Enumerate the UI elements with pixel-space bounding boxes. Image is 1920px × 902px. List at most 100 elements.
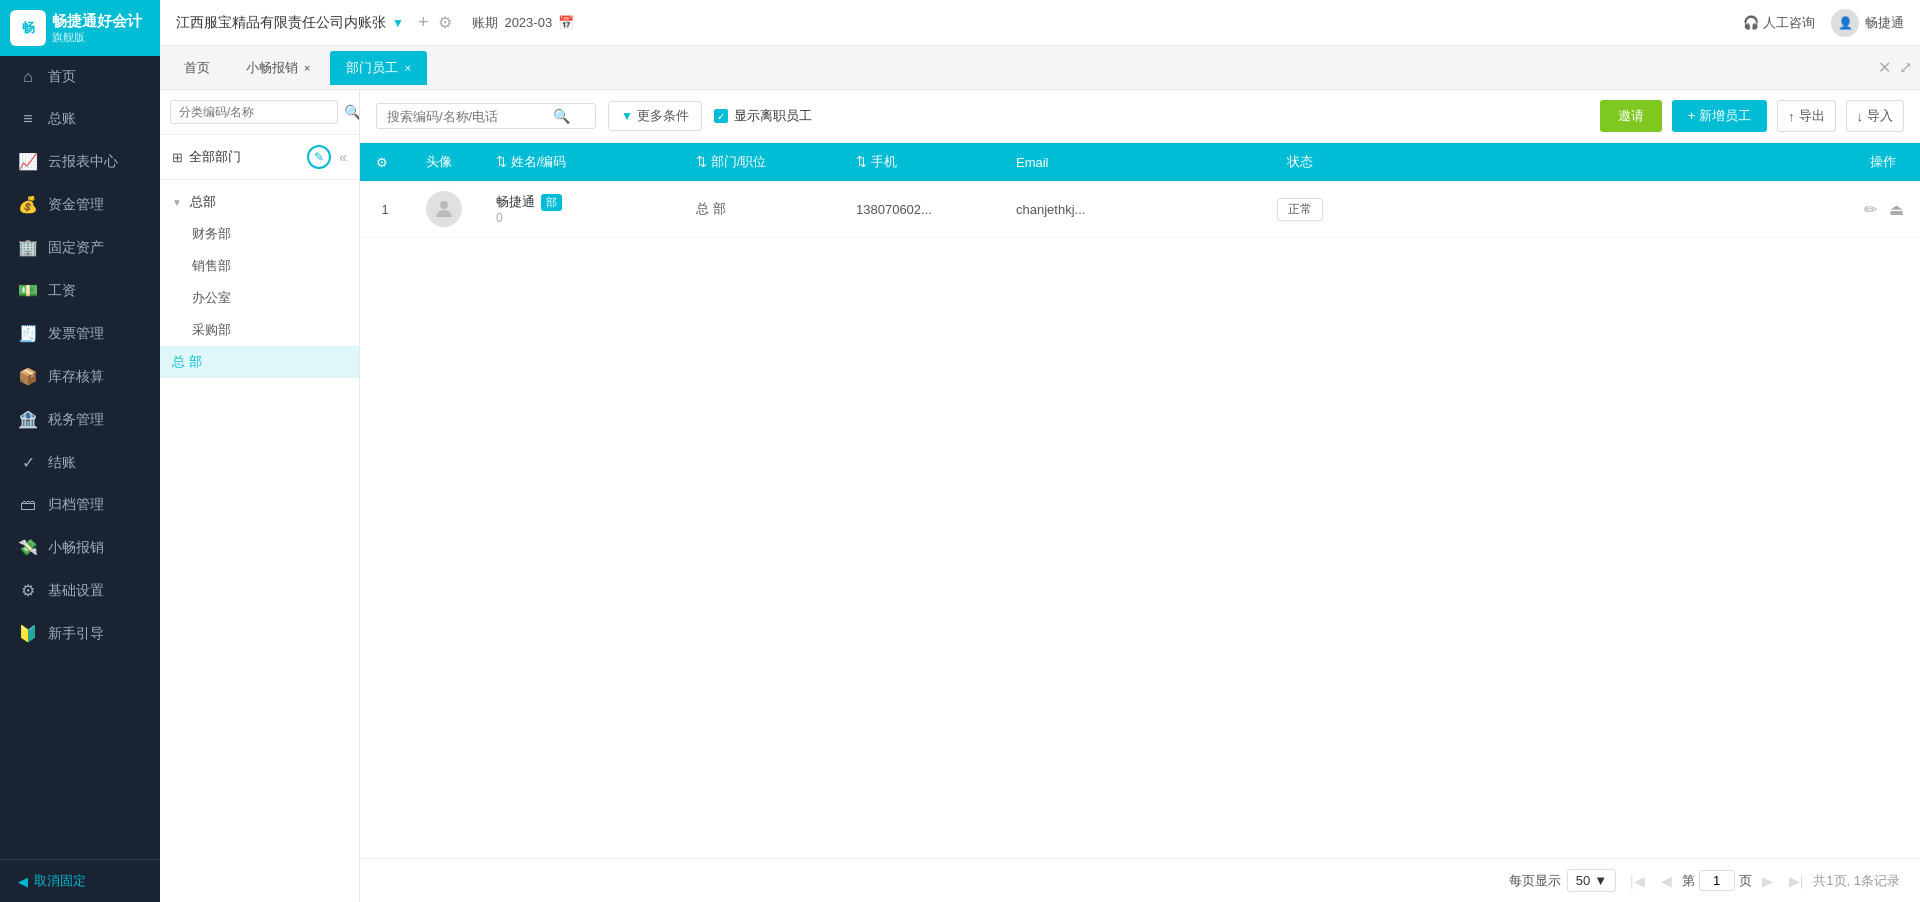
expand-triangle-icon: ▼ (172, 197, 182, 208)
sidebar-item-settings[interactable]: ⚙ 基础设置 (0, 569, 160, 612)
dept-item-finance[interactable]: 财务部 (160, 218, 359, 250)
dept-edit-button[interactable]: ✎ (307, 145, 331, 169)
dept-item-office[interactable]: 办公室 (160, 282, 359, 314)
next-page-button[interactable]: ▶ (1756, 871, 1779, 891)
headset-icon: 🎧 (1743, 15, 1759, 30)
col-name[interactable]: ⇅ 姓名/编码 (480, 143, 680, 181)
dept-search-icon[interactable]: 🔍 (344, 104, 360, 120)
user-name: 畅捷通 (1865, 14, 1904, 32)
dept-search-input[interactable] (170, 100, 338, 124)
tab-home[interactable]: 首页 (168, 51, 226, 85)
edit-employee-button[interactable]: ✏ (1864, 200, 1877, 219)
logo-title: 畅捷通好会计 (52, 12, 142, 30)
user-menu[interactable]: 👤 畅捷通 (1831, 9, 1904, 37)
filter-icon: ▼ (621, 109, 633, 123)
prev-page-button[interactable]: ◀ (1655, 871, 1678, 891)
employee-panel: 🔍 ▼ 更多条件 ✓ 显示离职员工 邀请 + 新增员工 ↑ 导出 (360, 90, 1920, 902)
dept-item-sales[interactable]: 销售部 (160, 250, 359, 282)
employee-table: ⚙ 头像 ⇅ 姓名/编码 ⇅ 部门/职位 (360, 143, 1920, 858)
import-button[interactable]: ↓ 导入 (1846, 100, 1905, 132)
page-input[interactable] (1699, 870, 1735, 891)
period-selector[interactable]: 账期 2023-03 📅 (472, 14, 574, 32)
col-dept[interactable]: ⇅ 部门/职位 (680, 143, 840, 181)
col-settings[interactable]: ⚙ (360, 143, 410, 181)
archive-icon: 🗃 (18, 496, 38, 514)
dept-tree: ▼ 总部 财务部 销售部 办公室 采购部 总 部 (160, 180, 359, 902)
col-actions: 操作 (1400, 143, 1920, 181)
period-label: 账期 (472, 14, 498, 32)
export-icon: ↑ (1788, 109, 1795, 124)
first-page-button[interactable]: |◀ (1624, 871, 1651, 891)
collapse-icon[interactable]: « (339, 149, 347, 165)
all-depts-label: ⊞ 全部部门 (172, 148, 241, 166)
tab-dept-close[interactable]: × (404, 62, 410, 74)
last-page-button[interactable]: ▶| (1783, 871, 1810, 891)
gear-icon[interactable]: ⚙ (438, 13, 452, 32)
sidebar-item-inventory[interactable]: 📦 库存核算 (0, 355, 160, 398)
tab-dept-staff[interactable]: 部门员工 × (330, 51, 426, 85)
show-resigned-toggle[interactable]: ✓ 显示离职员工 (714, 107, 812, 125)
sidebar-item-expense[interactable]: 💸 小畅报销 (0, 526, 160, 569)
employee-name: 畅捷通 (496, 193, 535, 211)
tab-expense-close[interactable]: × (304, 62, 310, 74)
company-selector[interactable]: 江西服宝精品有限责任公司内账张 ▼ (176, 14, 404, 32)
dept-item-purchase[interactable]: 采购部 (160, 314, 359, 346)
tab-expense[interactable]: 小畅报销 × (230, 51, 326, 85)
sidebar-item-archive[interactable]: 🗃 归档管理 (0, 484, 160, 526)
sidebar-item-checkout[interactable]: ✓ 结账 (0, 441, 160, 484)
pagination: 每页显示 50 ▼ |◀ ◀ 第 页 ▶ ▶| 共1页, 1条记录 (360, 858, 1920, 902)
sidebar-logo: 畅 畅捷通好会计 旗舰版 (0, 0, 160, 56)
employee-search-input[interactable] (387, 109, 547, 124)
more-filters-button[interactable]: ▼ 更多条件 (608, 101, 702, 131)
sidebar-item-home[interactable]: ⌂ 首页 (0, 56, 160, 98)
sidebar-item-guide[interactable]: 🔰 新手引导 (0, 612, 160, 655)
sidebar-item-tax[interactable]: 🏦 税务管理 (0, 398, 160, 441)
expense-icon: 💸 (18, 538, 38, 557)
col-phone[interactable]: ⇅ 手机 (840, 143, 1000, 181)
sidebar-item-ledger[interactable]: ≡ 总账 (0, 98, 160, 140)
employee-search-bar: 🔍 (376, 103, 596, 129)
employee-search-icon[interactable]: 🔍 (553, 108, 570, 124)
invite-button[interactable]: 邀请 (1600, 100, 1662, 132)
close-tab-button[interactable]: ✕ (1878, 58, 1891, 77)
row-email-cell: chanjethkj... (1000, 181, 1200, 238)
sidebar-item-funds[interactable]: 💰 资金管理 (0, 183, 160, 226)
export-button[interactable]: ↑ 导出 (1777, 100, 1836, 132)
add-employee-button[interactable]: + 新增员工 (1672, 100, 1767, 132)
logo-icon: 畅 (10, 10, 46, 46)
checkout-icon: ✓ (18, 453, 38, 472)
row-phone-cell: 138070602... (840, 181, 1000, 238)
main-area: 江西服宝精品有限责任公司内账张 ▼ + ⚙ 账期 2023-03 📅 🎧 人工咨… (160, 0, 1920, 902)
logo-subtitle: 旗舰版 (52, 30, 142, 45)
page-navigation: |◀ ◀ 第 页 ▶ ▶| 共1页, 1条记录 (1624, 870, 1900, 891)
service-button[interactable]: 🎧 人工咨询 (1743, 14, 1815, 32)
maximize-button[interactable]: ⤢ (1899, 58, 1912, 77)
per-page-dropdown[interactable]: 50 ▼ (1567, 869, 1616, 892)
row-index: 1 (360, 181, 410, 238)
reports-icon: 📈 (18, 152, 38, 171)
guide-icon: 🔰 (18, 624, 38, 643)
employee-actions: 邀请 + 新增员工 ↑ 导出 ↓ 导入 (1600, 100, 1904, 132)
employee-code: 0 (496, 211, 664, 225)
sidebar-item-reports[interactable]: 📈 云报表中心 (0, 140, 160, 183)
employee-avatar (426, 191, 462, 227)
row-status-cell: 正常 (1200, 181, 1400, 238)
sidebar-item-invoice[interactable]: 🧾 发票管理 (0, 312, 160, 355)
resigned-checkbox[interactable]: ✓ (714, 109, 728, 123)
period-value: 2023-03 (504, 15, 552, 30)
dept-item-general[interactable]: 总 部 (160, 346, 359, 378)
funds-icon: 💰 (18, 195, 38, 214)
employee-dept-badge: 部 (541, 194, 562, 211)
page-prefix-label: 第 (1682, 872, 1695, 890)
calendar-icon: 📅 (558, 15, 574, 30)
import-icon: ↓ (1857, 109, 1864, 124)
company-dropdown-icon[interactable]: ▼ (392, 16, 404, 30)
logout-employee-button[interactable]: ⏏ (1889, 200, 1904, 219)
dept-parent-zongbu[interactable]: ▼ 总部 (160, 186, 359, 218)
sidebar-item-fixed[interactable]: 🏢 固定资产 (0, 226, 160, 269)
sidebar-item-salary[interactable]: 💵 工资 (0, 269, 160, 312)
sidebar-unpin-button[interactable]: ◀ 取消固定 (0, 859, 160, 902)
dept-header: ⊞ 全部部门 ✎ « (160, 135, 359, 180)
svg-point-0 (440, 201, 448, 209)
add-company-button[interactable]: + (418, 12, 429, 33)
